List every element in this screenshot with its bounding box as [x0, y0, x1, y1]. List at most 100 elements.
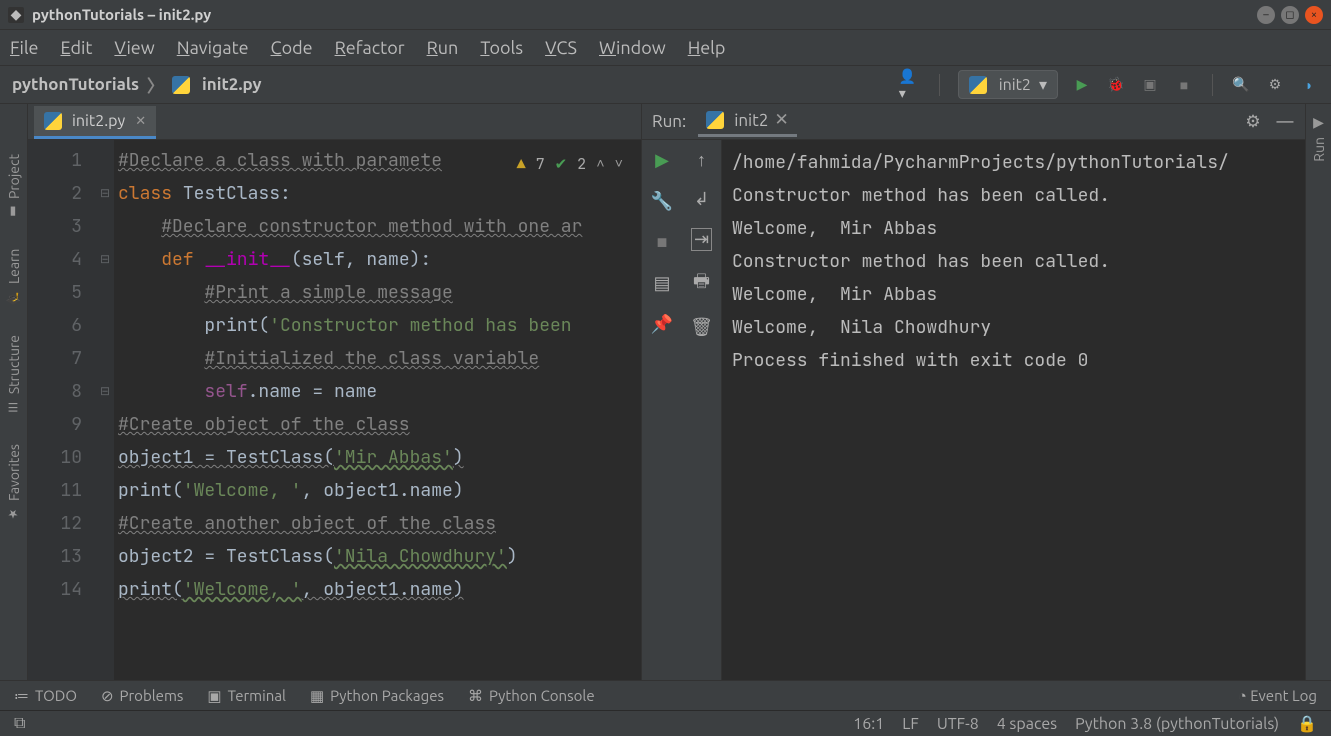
- menu-view[interactable]: View: [114, 38, 154, 58]
- close-icon[interactable]: ✕: [774, 110, 788, 130]
- file-tab-label: init2.py: [72, 112, 125, 130]
- fold-marker[interactable]: [96, 342, 114, 375]
- run-config-selector[interactable]: init2 ▾: [958, 70, 1058, 99]
- bottom-tab-python-packages[interactable]: ▦Python Packages: [310, 687, 444, 705]
- wrench-icon[interactable]: 🔧: [651, 191, 673, 212]
- code-line[interactable]: #Declare constructor method with one ar: [118, 210, 641, 243]
- chevron-up-icon[interactable]: ˄: [596, 148, 604, 181]
- bottom-tab-todo[interactable]: ≔TODO: [14, 687, 77, 705]
- stop-button[interactable]: ■: [657, 232, 668, 253]
- code-lines[interactable]: #Declare a class with parameteclass Test…: [114, 140, 641, 680]
- breadcrumb-project[interactable]: pythonTutorials: [12, 75, 139, 94]
- code-line[interactable]: #Print a simple message: [118, 276, 641, 309]
- minimize-button[interactable]: –: [1257, 6, 1275, 24]
- console-line: Constructor method has been called.: [732, 245, 1295, 278]
- menu-file[interactable]: File: [10, 38, 39, 58]
- fold-marker[interactable]: [96, 408, 114, 441]
- layout-icon[interactable]: ▤: [653, 273, 670, 294]
- run-tab-init2[interactable]: init2 ✕: [698, 106, 797, 137]
- fold-marker[interactable]: [96, 474, 114, 507]
- fold-marker[interactable]: [96, 441, 114, 474]
- pin-icon[interactable]: 📌: [651, 314, 673, 335]
- console-output[interactable]: /home/fahmida/PycharmProjects/pythonTuto…: [722, 140, 1305, 680]
- debug-button[interactable]: 🐞: [1106, 75, 1126, 95]
- indent-settings[interactable]: 4 spaces: [997, 715, 1057, 733]
- side-tab-project[interactable]: ▮Project: [6, 154, 22, 219]
- code-line[interactable]: print('Constructor method has been: [118, 309, 641, 342]
- fold-marker[interactable]: [96, 540, 114, 573]
- menu-navigate[interactable]: Navigate: [177, 38, 249, 58]
- menu-refactor[interactable]: Refactor: [335, 38, 405, 58]
- caret-position[interactable]: 16:1: [853, 715, 884, 733]
- run-config-label: init2: [999, 76, 1031, 94]
- ide-features-icon[interactable]: ◗: [1299, 75, 1319, 95]
- code-line[interactable]: object1 = TestClass('Mir Abbas'): [118, 441, 641, 474]
- fold-marker[interactable]: ⊟: [96, 177, 114, 210]
- settings-icon[interactable]: ⚙: [1265, 75, 1285, 95]
- bottom-tab-problems[interactable]: ⊘Problems: [101, 687, 183, 705]
- python-interpreter[interactable]: Python 3.8 (pythonTutorials): [1075, 715, 1279, 733]
- trash-icon[interactable]: 🗑: [690, 317, 713, 338]
- code-editor[interactable]: 1234567891011121314 ⊟⊟⊟ #Declare a class…: [28, 140, 641, 680]
- fold-marker[interactable]: [96, 309, 114, 342]
- fold-marker[interactable]: [96, 276, 114, 309]
- bottom-tab-python-console[interactable]: ⌘Python Console: [468, 687, 595, 705]
- up-icon[interactable]: ↑: [697, 150, 706, 171]
- export-icon[interactable]: ⇥: [691, 228, 712, 251]
- rerun-button[interactable]: ▶: [655, 150, 669, 171]
- close-icon[interactable]: ✕: [135, 114, 146, 129]
- stop-button[interactable]: ■: [1174, 75, 1194, 95]
- lock-icon[interactable]: 🔒: [1297, 714, 1317, 733]
- code-line[interactable]: print('Welcome, ', object1.name): [118, 573, 641, 606]
- code-line[interactable]: #Create another object of the class: [118, 507, 641, 540]
- close-button[interactable]: ×: [1305, 6, 1323, 24]
- menu-window[interactable]: Window: [599, 38, 666, 58]
- chevron-down-icon[interactable]: ˅: [615, 148, 623, 181]
- menu-tools[interactable]: Tools: [480, 38, 523, 58]
- fold-marker[interactable]: [96, 210, 114, 243]
- user-icon[interactable]: 👤▾: [899, 74, 921, 96]
- breadcrumb-file[interactable]: init2.py: [202, 75, 262, 94]
- menu-help[interactable]: Help: [688, 38, 726, 58]
- run-tool-window: Run: init2 ✕ ⚙ — ▶ 🔧 ■ ▤ 📌 ↑ ↲ ⇥ 🖶: [641, 104, 1305, 680]
- menu-code[interactable]: Code: [271, 38, 313, 58]
- menu-vcs[interactable]: VCS: [545, 38, 577, 58]
- code-line[interactable]: object2 = TestClass('Nila Chowdhury'): [118, 540, 641, 573]
- fold-marker[interactable]: [96, 507, 114, 540]
- side-tab-learn[interactable]: 🎓Learn: [6, 249, 22, 305]
- side-tab-favorites[interactable]: ★Favorites: [6, 444, 22, 521]
- editor-inspection-widget[interactable]: ▲ 7 ✔ 2 ˄ ˅: [511, 146, 629, 183]
- minimize-icon[interactable]: —: [1275, 112, 1295, 132]
- python-file-icon: [44, 112, 62, 130]
- check-icon: ✔: [555, 148, 568, 181]
- fold-marker[interactable]: [96, 144, 114, 177]
- side-tab-structure[interactable]: ☰Structure: [6, 335, 22, 414]
- code-line[interactable]: def __init__(self, name):: [118, 243, 641, 276]
- search-icon[interactable]: 🔍: [1231, 75, 1251, 95]
- breadcrumb[interactable]: pythonTutorials 〉 init2.py: [12, 72, 262, 97]
- down-icon[interactable]: ↲: [694, 189, 709, 210]
- expand-icon[interactable]: ▶: [1313, 114, 1324, 131]
- file-encoding[interactable]: UTF-8: [937, 715, 979, 733]
- file-tab-init2[interactable]: init2.py ✕: [34, 106, 156, 139]
- code-line[interactable]: #Initialized the class variable: [118, 342, 641, 375]
- code-line[interactable]: self.name = name: [118, 375, 641, 408]
- menu-edit[interactable]: Edit: [61, 38, 93, 58]
- gear-icon[interactable]: ⚙: [1243, 112, 1263, 132]
- fold-column[interactable]: ⊟ ⊟ ⊟: [96, 140, 114, 680]
- window-layout-icon[interactable]: ⧉: [14, 714, 25, 733]
- bottom-tab-terminal[interactable]: ▣Terminal: [207, 687, 286, 705]
- line-separator[interactable]: LF: [902, 715, 919, 733]
- menu-run[interactable]: Run: [427, 38, 459, 58]
- fold-marker[interactable]: ⊟: [96, 375, 114, 408]
- print-icon[interactable]: 🖶: [693, 269, 710, 299]
- code-line[interactable]: print('Welcome, ', object1.name): [118, 474, 641, 507]
- fold-marker[interactable]: ⊟: [96, 243, 114, 276]
- code-line[interactable]: #Create object of the class: [118, 408, 641, 441]
- run-button[interactable]: ▶: [1072, 75, 1092, 95]
- coverage-button[interactable]: ▣: [1140, 75, 1160, 95]
- fold-marker[interactable]: [96, 573, 114, 606]
- maximize-button[interactable]: ◻: [1281, 6, 1299, 24]
- event-log-button[interactable]: ◔ Event Log: [1238, 687, 1317, 705]
- side-tab-run[interactable]: Run: [1311, 137, 1327, 162]
